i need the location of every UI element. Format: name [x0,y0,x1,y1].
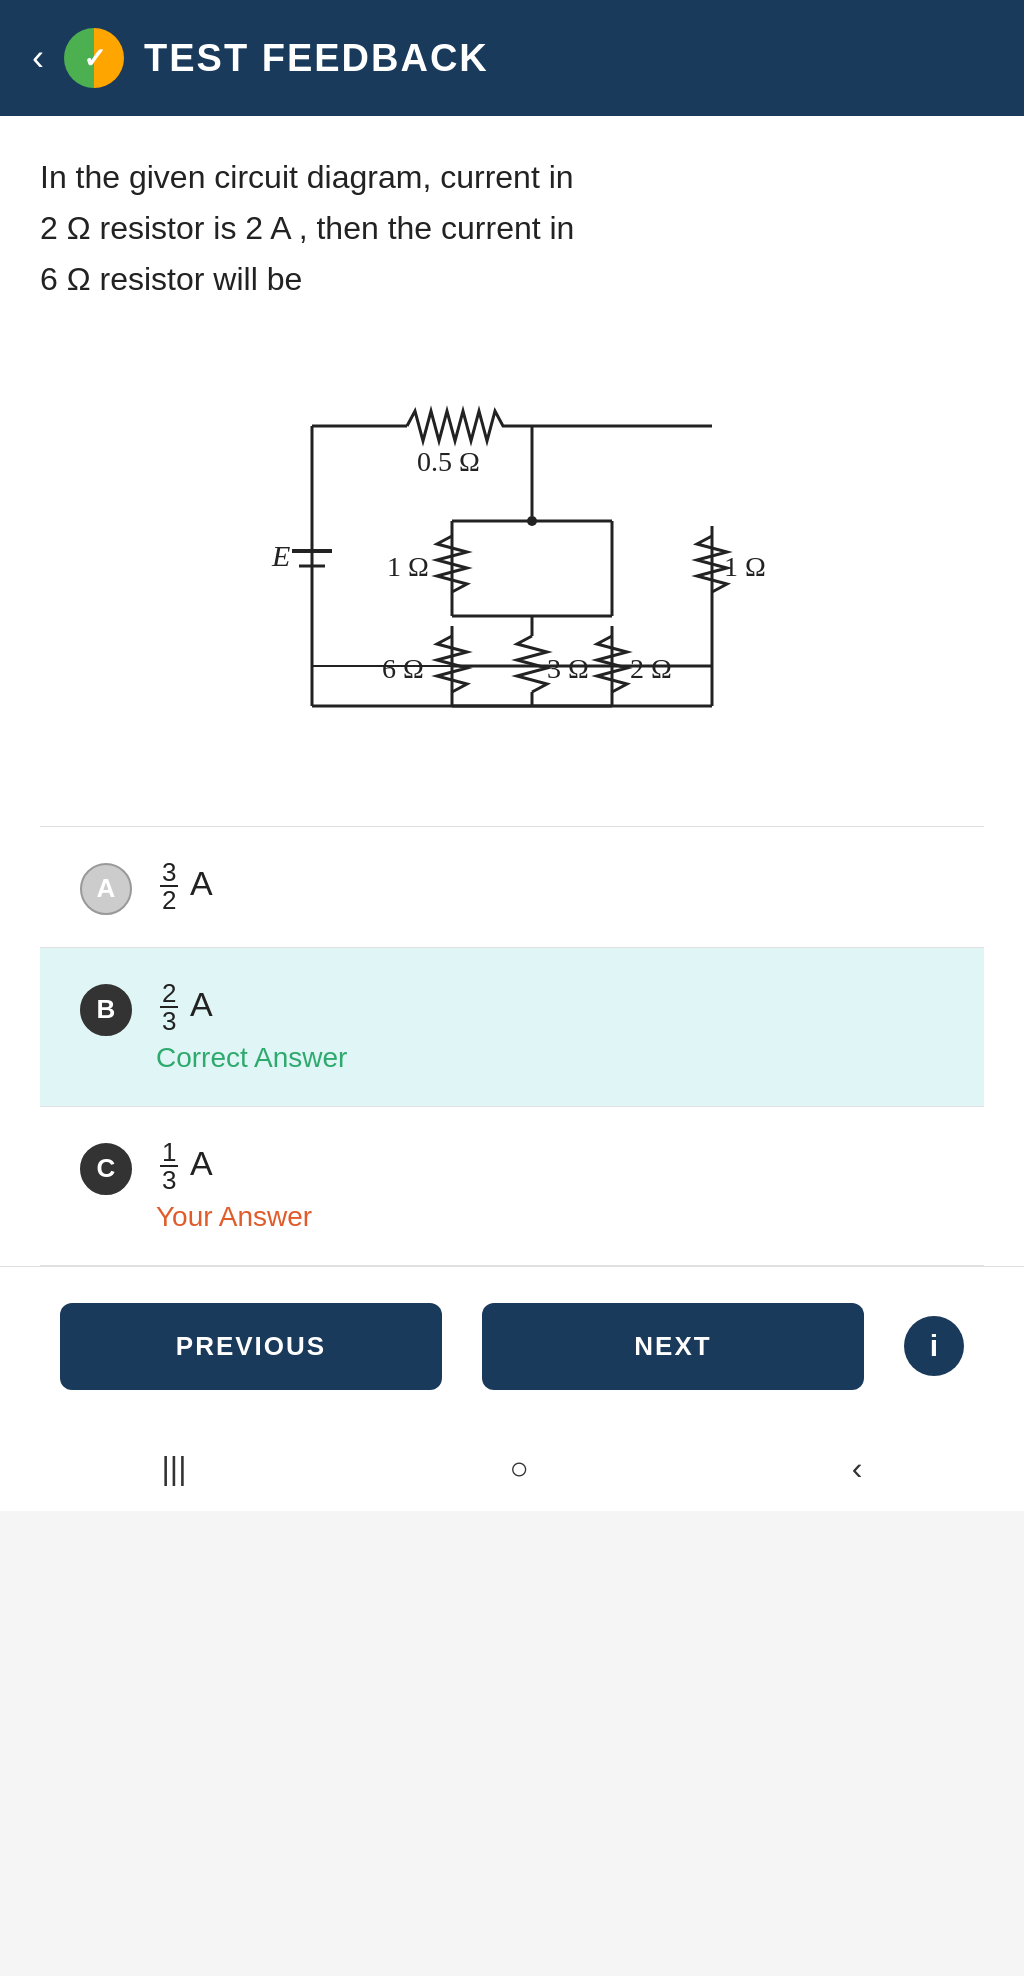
back-icon[interactable]: ‹ [32,37,44,79]
your-answer-label: Your Answer [156,1201,312,1233]
option-c-fraction: 1 3 [160,1139,178,1193]
option-c-text: 1 3 A [156,1139,312,1193]
option-a-content: 3 2 A [156,859,213,913]
svg-text:1 Ω: 1 Ω [387,551,429,582]
system-nav: ||| ○ ‹ [0,1426,1024,1511]
circle-indicator: ○ [509,1450,528,1487]
option-b-circle: B [80,984,132,1036]
info-button[interactable]: i [904,1316,964,1376]
option-c[interactable]: C 1 3 A Your Answer [40,1107,984,1266]
next-button[interactable]: NEXT [482,1303,864,1390]
circuit-svg: 0.5 Ω E 1 Ω 1 Ω [252,366,772,766]
question-line3: 6 Ω resistor will be [40,261,302,297]
back-indicator: ‹ [852,1450,863,1487]
svg-text:0.5 Ω: 0.5 Ω [417,446,480,477]
app-logo [64,28,124,88]
circuit-diagram: 0.5 Ω E 1 Ω 1 Ω [40,346,984,786]
svg-text:3 Ω: 3 Ω [547,653,589,684]
header: ‹ TEST FEEDBACK [0,0,1024,116]
option-a-text: 3 2 A [156,859,213,913]
option-a[interactable]: A 3 2 A [40,827,984,948]
previous-button[interactable]: PREVIOUS [60,1303,442,1390]
option-a-circle: A [80,863,132,915]
option-a-fraction: 3 2 [160,859,178,913]
svg-text:2 Ω: 2 Ω [630,653,672,684]
option-b-text: 2 3 A [156,980,347,1034]
option-b[interactable]: B 2 3 A Correct Answer [40,948,984,1107]
svg-text:1 Ω: 1 Ω [724,551,766,582]
svg-text:E: E [271,539,290,572]
question-line2: 2 Ω resistor is 2 A , then the current i… [40,210,574,246]
correct-answer-label: Correct Answer [156,1042,347,1074]
bottom-nav: PREVIOUS NEXT i [0,1266,1024,1426]
option-c-circle: C [80,1143,132,1195]
option-b-content: 2 3 A Correct Answer [156,980,347,1074]
svg-text:6 Ω: 6 Ω [382,653,424,684]
main-content: In the given circuit diagram, current in… [0,116,1024,1266]
home-indicator: ||| [162,1450,187,1487]
question-text: In the given circuit diagram, current in… [40,152,984,306]
options-container: A 3 2 A B 2 3 [40,826,984,1266]
question-line1: In the given circuit diagram, current in [40,159,574,195]
page-title: TEST FEEDBACK [144,37,489,80]
option-b-fraction: 2 3 [160,980,178,1034]
option-c-content: 1 3 A Your Answer [156,1139,312,1233]
